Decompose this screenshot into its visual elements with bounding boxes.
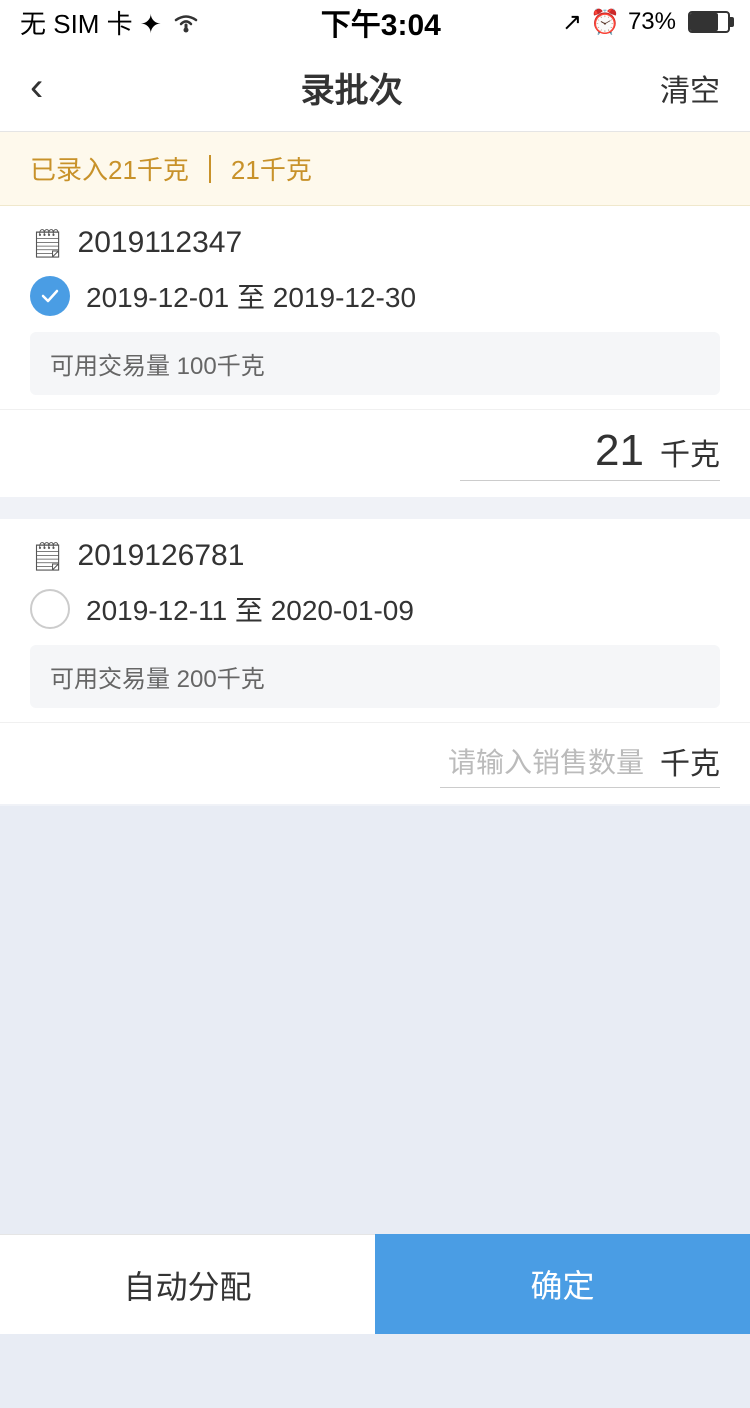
status-right: ↗ ⏰ 73% xyxy=(562,8,730,37)
nav-bar: ‹ 录批次 清空 xyxy=(0,44,750,132)
amount-unit-1: 千克 xyxy=(660,430,720,474)
item-card-2: 🗒 2019126781 2019-12-11 至 2020-01-09 可用交… xyxy=(0,519,750,804)
input-underline-2 xyxy=(440,787,720,788)
battery-icon xyxy=(688,11,730,33)
status-bar: 无 SIM 卡 ✦ 下午3:04 ↗ ⏰ 73% xyxy=(0,0,750,44)
doc-icon-1: 🗒 xyxy=(30,227,66,260)
item-header-1: 🗒 2019112347 xyxy=(0,206,750,268)
radio-checked-1[interactable] xyxy=(30,276,70,316)
auto-distribute-button[interactable]: 自动分配 xyxy=(0,1234,375,1334)
doc-icon-2: 🗒 xyxy=(30,540,66,573)
sim-text: 无 SIM 卡 ✦ xyxy=(20,4,162,41)
wifi-icon xyxy=(172,11,200,33)
clear-button[interactable]: 清空 xyxy=(660,66,720,110)
back-button[interactable]: ‹ xyxy=(30,65,43,110)
page-title: 录批次 xyxy=(301,63,403,112)
check-icon xyxy=(39,285,61,307)
status-time: 下午3:04 xyxy=(321,0,441,44)
recorded-info: 已录入21千克 xyxy=(30,150,189,187)
input-unit-2: 千克 xyxy=(660,739,720,783)
content-area: 🗒 2019112347 2019-12-01 至 2019-12-30 可用交… xyxy=(0,206,750,1408)
radio-unchecked-2[interactable] xyxy=(30,589,70,629)
item-card-1: 🗒 2019112347 2019-12-01 至 2019-12-30 可用交… xyxy=(0,206,750,497)
info-divider xyxy=(209,155,211,183)
item-header-2: 🗒 2019126781 xyxy=(0,519,750,581)
confirm-button[interactable]: 确定 xyxy=(375,1234,750,1334)
bottom-bar: 自动分配 确定 xyxy=(0,1234,750,1334)
qty-tag-2: 可用交易量 200千克 xyxy=(30,645,720,708)
battery-percent: 73% xyxy=(628,8,676,36)
item-row-1[interactable]: 2019-12-01 至 2019-12-30 xyxy=(0,268,750,324)
date-range-1: 2019-12-01 至 2019-12-30 xyxy=(86,276,416,316)
qty-tag-1: 可用交易量 100千克 xyxy=(30,332,720,395)
info-banner: 已录入21千克 21千克 xyxy=(0,132,750,206)
input-placeholder-2: 请输入销售数量 xyxy=(448,741,644,781)
item-id-2: 2019126781 xyxy=(78,539,245,573)
card-separator xyxy=(0,499,750,519)
amount-value-1: 21 xyxy=(595,426,644,476)
status-left: 无 SIM 卡 ✦ xyxy=(20,4,200,41)
total-info: 21千克 xyxy=(231,150,312,187)
amount-underline-1 xyxy=(460,480,720,481)
input-row-2[interactable]: 请输入销售数量 千克 xyxy=(0,722,750,804)
alarm-icon: ⏰ xyxy=(590,8,620,37)
item-id-1: 2019112347 xyxy=(78,226,243,260)
item-row-2[interactable]: 2019-12-11 至 2020-01-09 xyxy=(0,581,750,637)
location-icon: ↗ xyxy=(562,8,582,37)
date-range-2: 2019-12-11 至 2020-01-09 xyxy=(86,589,414,629)
amount-row-1: 21 千克 xyxy=(0,409,750,497)
